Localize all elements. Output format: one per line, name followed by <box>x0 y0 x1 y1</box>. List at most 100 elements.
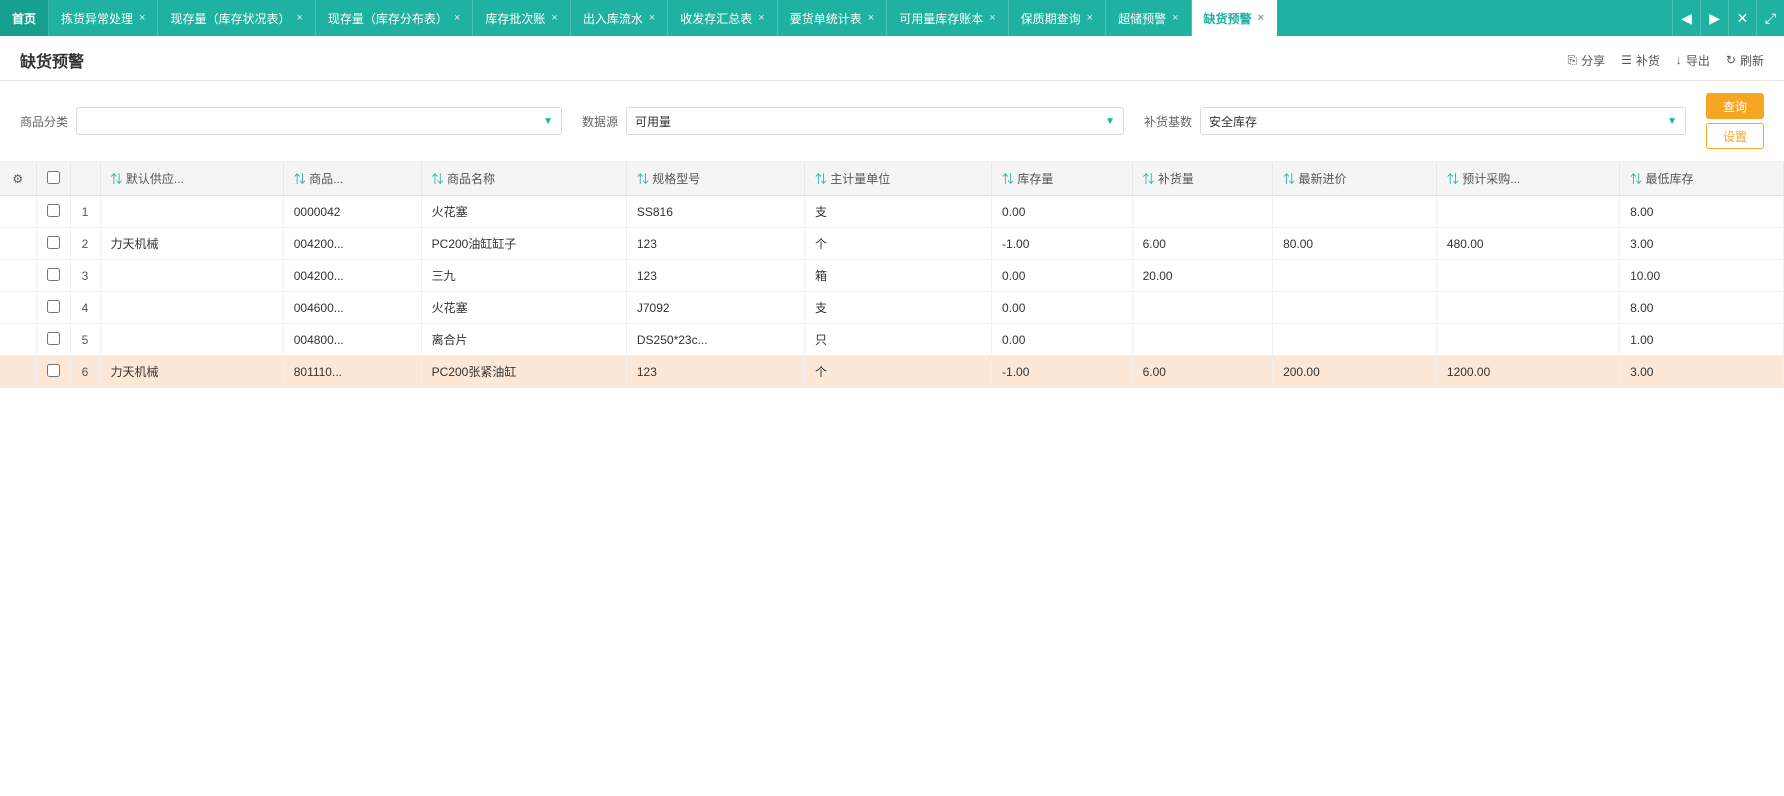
export-button[interactable]: ↓ 导出 <box>1676 52 1710 69</box>
datasource-select[interactable]: 可用量 ▼ <box>626 107 1124 135</box>
col-product-code[interactable]: ⇅ 商品... <box>283 162 421 196</box>
close-shortage-tab[interactable]: × <box>1258 12 1264 24</box>
row-spec: J7092 <box>626 292 804 324</box>
row-replenish <box>1132 292 1273 324</box>
sort-icon-stock: ⇅ <box>1002 172 1014 186</box>
row-checkbox[interactable] <box>47 236 60 249</box>
table-row: 3 004200... 三九 123 箱 0.00 20.00 10.00 <box>0 260 1784 292</box>
close-inout-flow-tab[interactable]: × <box>649 12 655 24</box>
row-product-name: 离合片 <box>421 324 626 356</box>
close-batch-tab[interactable]: × <box>551 12 557 24</box>
row-product-name: 火花塞 <box>421 196 626 228</box>
row-supplier: 力天机械 <box>100 228 283 260</box>
filter-replenish-base: 补货基数 安全库存 ▼ <box>1144 107 1686 135</box>
close-recv-summary-tab[interactable]: × <box>758 12 764 24</box>
share-button[interactable]: ⎘ 分享 <box>1568 52 1606 69</box>
tab-prev-button[interactable]: ◀ <box>1672 0 1700 36</box>
row-settings[interactable] <box>0 196 36 228</box>
col-min-stock[interactable]: ⇅ 最低库存 <box>1620 162 1784 196</box>
tab-recv-summary[interactable]: 收发存汇总表 × <box>668 0 777 36</box>
col-settings[interactable]: ⚙ <box>0 162 36 196</box>
row-checkbox[interactable] <box>47 332 60 345</box>
row-number: 6 <box>70 356 100 388</box>
row-settings[interactable] <box>0 228 36 260</box>
row-min-stock: 1.00 <box>1620 324 1784 356</box>
close-exception-tab[interactable]: × <box>139 12 145 24</box>
row-product-name: PC200油缸缸子 <box>421 228 626 260</box>
category-select[interactable]: ▼ <box>76 107 562 135</box>
row-settings[interactable] <box>0 324 36 356</box>
row-latest-price <box>1273 260 1437 292</box>
row-checkbox-cell <box>36 292 70 324</box>
row-unit: 只 <box>804 324 991 356</box>
row-settings[interactable] <box>0 292 36 324</box>
row-supplier <box>100 292 283 324</box>
filter-actions: 查询 设置 <box>1706 93 1764 149</box>
close-order-stat-tab[interactable]: × <box>868 12 874 24</box>
select-all-checkbox[interactable] <box>47 171 60 184</box>
row-spec: 123 <box>626 356 804 388</box>
row-number: 4 <box>70 292 100 324</box>
close-available-tab[interactable]: × <box>989 12 995 24</box>
row-settings[interactable] <box>0 260 36 292</box>
col-latest-price[interactable]: ⇅ 最新进价 <box>1273 162 1437 196</box>
row-checkbox[interactable] <box>47 268 60 281</box>
tab-batch[interactable]: 库存批次账 × <box>473 0 570 36</box>
row-number: 5 <box>70 324 100 356</box>
row-settings[interactable] <box>0 356 36 388</box>
tab-exception[interactable]: 拣货异常处理 × <box>49 0 158 36</box>
col-default-supplier[interactable]: ⇅ 默认供应... <box>100 162 283 196</box>
row-replenish: 6.00 <box>1132 228 1273 260</box>
category-arrow-icon: ▼ <box>543 116 553 127</box>
tab-home[interactable]: 首页 <box>0 0 49 36</box>
row-latest-price <box>1273 324 1437 356</box>
col-product-name[interactable]: ⇅ 商品名称 <box>421 162 626 196</box>
close-inventory-status-tab[interactable]: × <box>296 12 302 24</box>
replenish-base-label: 补货基数 <box>1144 113 1192 130</box>
tab-shortage[interactable]: 缺货预警 × <box>1192 0 1277 36</box>
tab-available[interactable]: 可用量库存账本 × <box>887 0 1008 36</box>
tab-inventory-status[interactable]: 现存量（库存状况表） × <box>158 0 315 36</box>
row-unit: 个 <box>804 356 991 388</box>
table-body: 1 0000042 火花塞 SS816 支 0.00 8.00 2 力天机械 0… <box>0 196 1784 388</box>
sort-icon-price: ⇅ <box>1283 172 1295 186</box>
tab-expand-button[interactable]: ⤢ <box>1756 0 1784 36</box>
filter-datasource: 数据源 可用量 ▼ <box>582 107 1124 135</box>
col-replenish[interactable]: ⇅ 补货量 <box>1132 162 1273 196</box>
tab-next-button[interactable]: ▶ <box>1700 0 1728 36</box>
sort-icon-min: ⇅ <box>1630 172 1642 186</box>
tab-close-all-button[interactable]: ✕ <box>1728 0 1756 36</box>
table-row: 5 004800... 离合片 DS250*23c... 只 0.00 1.00 <box>0 324 1784 356</box>
row-checkbox[interactable] <box>47 204 60 217</box>
row-checkbox-cell <box>36 356 70 388</box>
tab-expiry[interactable]: 保质期查询 × <box>1009 0 1106 36</box>
close-expiry-tab[interactable]: × <box>1087 12 1093 24</box>
row-min-stock: 8.00 <box>1620 292 1784 324</box>
tab-inventory-dist[interactable]: 现存量（库存分布表） × <box>316 0 473 36</box>
refresh-button[interactable]: ↻ 刷新 <box>1726 52 1764 69</box>
setting-button[interactable]: 设置 <box>1706 123 1764 149</box>
close-overstock-tab[interactable]: × <box>1172 12 1178 24</box>
replenish-button[interactable]: ☰ 补货 <box>1621 52 1660 69</box>
replenish-base-select[interactable]: 安全库存 ▼ <box>1200 107 1686 135</box>
page-title: 缺货预警 <box>20 48 84 72</box>
tab-overstock[interactable]: 超储预警 × <box>1106 0 1191 36</box>
col-spec[interactable]: ⇅ 规格型号 <box>626 162 804 196</box>
tab-inout-flow[interactable]: 出入库流水 × <box>571 0 668 36</box>
row-checkbox[interactable] <box>47 300 60 313</box>
tab-order-stat[interactable]: 要货单统计表 × <box>778 0 887 36</box>
row-product-name: PC200张紧油缸 <box>421 356 626 388</box>
filter-category: 商品分类 ▼ <box>20 107 562 135</box>
close-inventory-dist-tab[interactable]: × <box>454 12 460 24</box>
gear-settings-icon[interactable]: ⚙ <box>12 172 23 186</box>
query-button[interactable]: 查询 <box>1706 93 1764 119</box>
col-est-purchase[interactable]: ⇅ 预计采购... <box>1436 162 1619 196</box>
datasource-arrow-icon: ▼ <box>1105 116 1115 127</box>
col-unit[interactable]: ⇅ 主计量单位 <box>804 162 991 196</box>
replenish-icon: ☰ <box>1621 53 1632 67</box>
row-latest-price <box>1273 292 1437 324</box>
row-checkbox[interactable] <box>47 364 60 377</box>
table-row: 2 力天机械 004200... PC200油缸缸子 123 个 -1.00 6… <box>0 228 1784 260</box>
row-replenish <box>1132 324 1273 356</box>
col-stock[interactable]: ⇅ 库存量 <box>992 162 1133 196</box>
